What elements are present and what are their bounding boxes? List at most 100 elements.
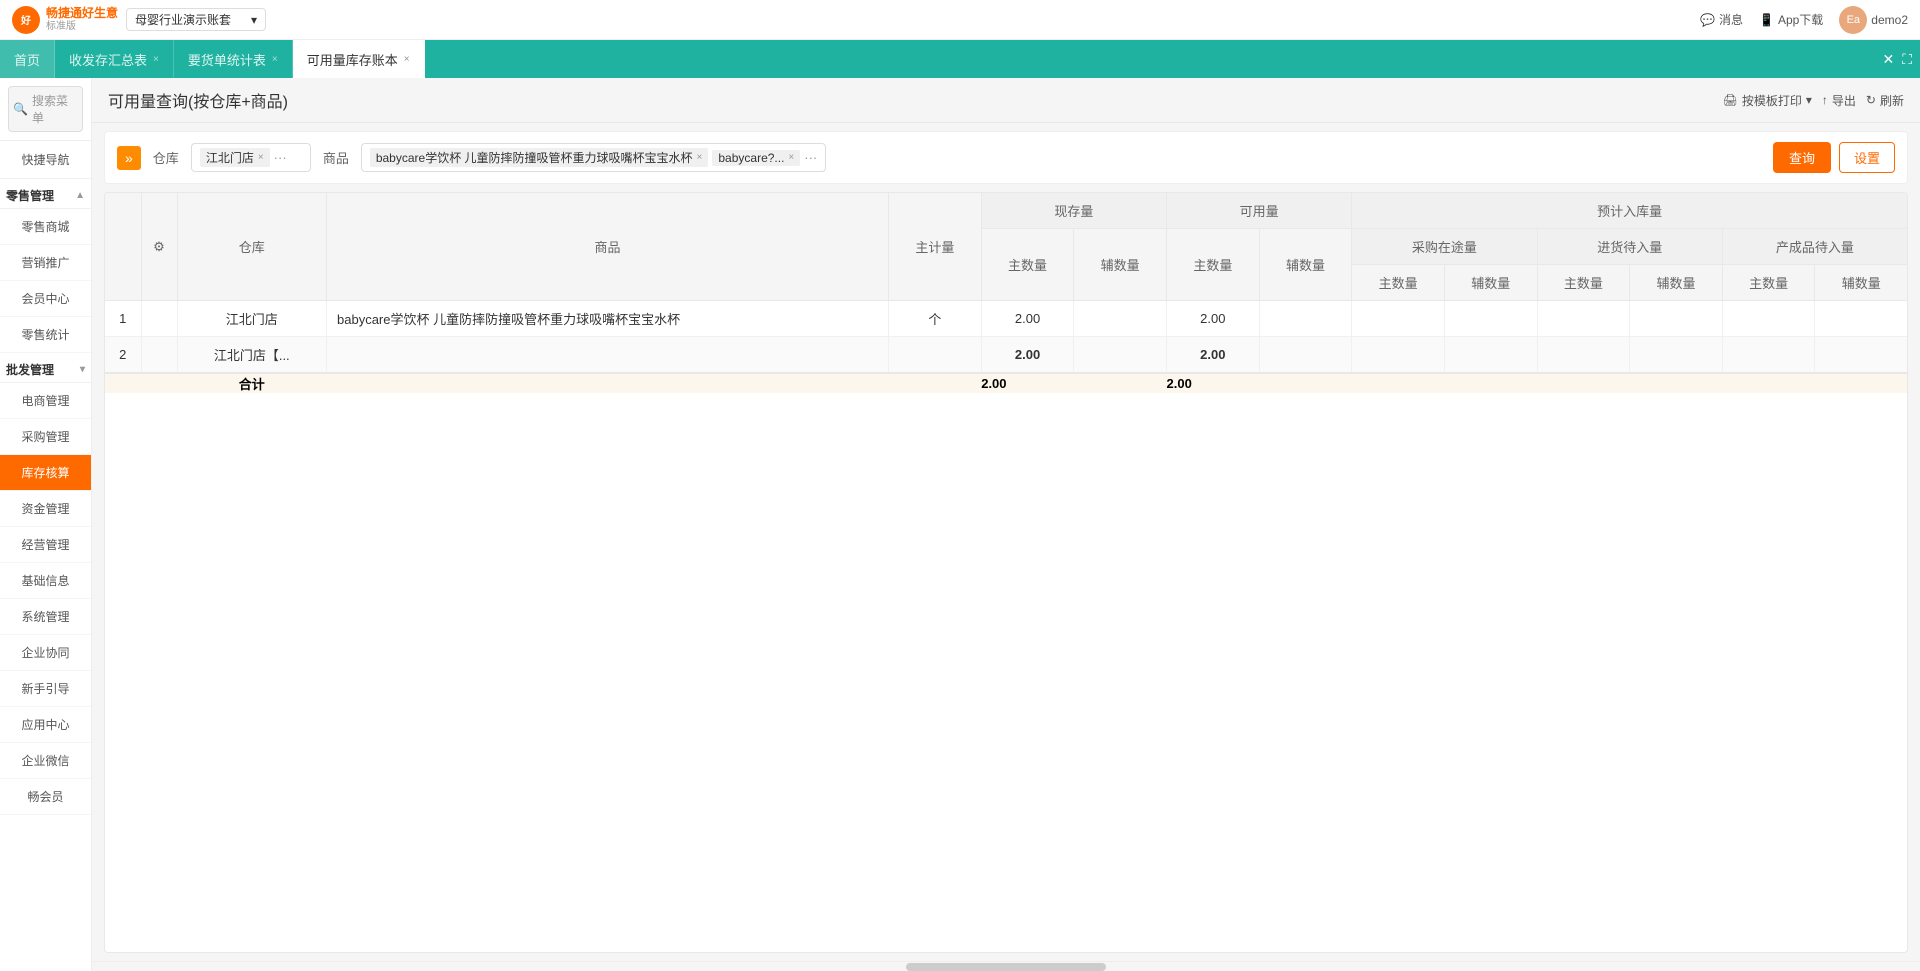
cell-index-1: 1 <box>105 301 141 337</box>
user-area[interactable]: Ea demo2 <box>1839 6 1908 34</box>
cell-settings-1 <box>141 301 177 337</box>
table-container: ⚙ 仓库 商品 主计量 现存量 可用量 预计入库量 主数量 辅数量 主数量 辅数… <box>104 192 1908 953</box>
tab-home-label: 首页 <box>14 50 40 69</box>
sidebar-item-ecommerce[interactable]: 电商管理 <box>0 383 91 419</box>
chevron-down-icon: ▾ <box>251 13 257 27</box>
cell-inc-aux-2 <box>1630 337 1723 374</box>
sidebar-item-marketing[interactable]: 营销推广 <box>0 245 91 281</box>
cell-product-1: babycare学饮杯 儿童防摔防撞吸管杯重力球吸嘴杯宝宝水杯 <box>327 301 889 337</box>
tab-home[interactable]: 首页 <box>0 40 55 78</box>
tab-keyong[interactable]: 可用量库存账本 × <box>293 40 425 78</box>
print-label: 按模板打印 <box>1742 92 1802 109</box>
sidebar-item-quick-nav[interactable]: 快捷导航 <box>0 141 91 179</box>
cell-inc-main-2 <box>1537 337 1630 374</box>
tab-shoufa-label: 收发存汇总表 <box>69 50 147 69</box>
message-label: 消息 <box>1719 11 1743 28</box>
sidebar-item-app-center[interactable]: 应用中心 <box>0 707 91 743</box>
sidebar-item-finance[interactable]: 资金管理 <box>0 491 91 527</box>
sidebar-item-retail-mall-label: 零售商城 <box>21 220 69 234</box>
sidebar-item-operation[interactable]: 经营管理 <box>0 527 91 563</box>
tab-shoufa-close[interactable]: × <box>153 54 159 65</box>
cell-inc-main-1 <box>1537 301 1630 337</box>
top-bar-right: 💬 消息 📱 App下载 Ea demo2 <box>1700 6 1908 34</box>
sidebar-item-inventory[interactable]: 库存核算 <box>0 455 91 491</box>
th-index <box>105 193 141 301</box>
sidebar-item-retail-mall[interactable]: 零售商城 <box>0 209 91 245</box>
cell-prod-main-1 <box>1722 301 1815 337</box>
cell-stock-aux-1 <box>1074 301 1167 337</box>
th-incoming-group: 进货待入量 <box>1537 229 1722 265</box>
settings-icon[interactable]: ⚙ <box>153 239 165 254</box>
refresh-label: 刷新 <box>1880 92 1904 109</box>
tab-yaohuo-label: 要货单统计表 <box>188 50 266 69</box>
sidebar-search-btn[interactable]: 🔍 搜索菜单 <box>8 86 83 132</box>
tab-keyong-close[interactable]: × <box>404 54 410 65</box>
warehouse-tag: 江北门店 × <box>200 148 270 167</box>
tab-actions: ✕ ⛶ <box>1874 51 1920 68</box>
export-btn[interactable]: ↑ 导出 <box>1822 92 1856 109</box>
chevron-down-icon: ▾ <box>1806 93 1812 107</box>
scroll-thumb[interactable] <box>906 963 1106 971</box>
sidebar-item-new-guide[interactable]: 新手引导 <box>0 671 91 707</box>
sidebar-item-vip-member-label: 畅会员 <box>27 790 63 804</box>
warehouse-ellipsis[interactable]: ··· <box>274 150 287 165</box>
top-bar-left: 好 畅捷通好生意 标准版 母婴行业演示账套 ▾ <box>12 6 266 34</box>
tab-shoufa[interactable]: 收发存汇总表 × <box>55 40 174 78</box>
sidebar-item-app-center-label: 应用中心 <box>21 718 69 732</box>
sidebar-item-vip-member[interactable]: 畅会员 <box>0 779 91 815</box>
user-name: demo2 <box>1871 13 1908 27</box>
footer-pur-main <box>1352 373 1445 393</box>
print-icon: 🖨 <box>1723 93 1738 107</box>
th-production-group: 产成品待入量 <box>1722 229 1907 265</box>
cell-unit-2 <box>889 337 982 374</box>
sidebar-item-retail-stats[interactable]: 零售统计 <box>0 317 91 353</box>
product-input[interactable]: babycare学饮杯 儿童防摔防撞吸管杯重力球吸嘴杯宝宝水杯 × babyca… <box>361 143 826 172</box>
sidebar-item-retail-mgmt[interactable]: 零售管理 ▲ <box>0 179 91 209</box>
refresh-btn[interactable]: ↻ 刷新 <box>1866 92 1904 109</box>
sidebar-item-base-info[interactable]: 基础信息 <box>0 563 91 599</box>
warehouse-input[interactable]: 江北门店 × ··· <box>191 143 311 172</box>
sidebar-item-enterprise-wechat[interactable]: 企业微信 <box>0 743 91 779</box>
sidebar-item-finance-label: 资金管理 <box>21 502 69 516</box>
message-btn[interactable]: 💬 消息 <box>1700 11 1743 28</box>
tab-close-all-icon[interactable]: ✕ <box>1882 51 1894 68</box>
product-tag-1-remove[interactable]: × <box>697 152 703 163</box>
export-icon: ↑ <box>1822 93 1828 107</box>
cell-avail-main-2: 2.00 <box>1167 337 1260 374</box>
sidebar-item-wholesale-mgmt[interactable]: 批发管理 ▾ <box>0 353 91 383</box>
app-download-btn[interactable]: 📱 App下载 <box>1759 11 1823 28</box>
footer-cell-product <box>327 373 889 393</box>
footer-stock-aux <box>1074 373 1167 393</box>
th-purchase-aux: 辅数量 <box>1444 265 1537 301</box>
sidebar-item-member-label: 会员中心 <box>21 292 69 306</box>
tab-expand-icon[interactable]: ⛶ <box>1902 51 1912 68</box>
sidebar-item-purchase-mgmt[interactable]: 采购管理 <box>0 419 91 455</box>
sidebar-item-member[interactable]: 会员中心 <box>0 281 91 317</box>
product-ellipsis[interactable]: ··· <box>804 150 817 165</box>
query-btn[interactable]: 查询 <box>1773 142 1831 173</box>
filter-bar: » 仓库 江北门店 × ··· 商品 babycare学饮杯 儿童防摔防撞吸管杯… <box>104 131 1908 184</box>
th-incoming-aux: 辅数量 <box>1630 265 1723 301</box>
product-tag-2-remove[interactable]: × <box>788 152 794 163</box>
sidebar-item-sys-mgmt[interactable]: 系统管理 <box>0 599 91 635</box>
filter-toggle-btn[interactable]: » <box>117 146 141 170</box>
cell-avail-aux-1 <box>1259 301 1352 337</box>
cell-pur-main-1 <box>1352 301 1445 337</box>
logo-sub: 标准版 <box>46 21 118 33</box>
footer-cell-empty-2 <box>141 373 177 393</box>
warehouse-tag-remove[interactable]: × <box>258 152 264 163</box>
print-btn[interactable]: 🖨 按模板打印 ▾ <box>1723 92 1812 109</box>
footer-label: 合计 <box>177 373 327 393</box>
tab-yaohuo[interactable]: 要货单统计表 × <box>174 40 293 78</box>
product-tag-1: babycare学饮杯 儿童防摔防撞吸管杯重力球吸嘴杯宝宝水杯 × <box>370 148 709 167</box>
tab-yaohuo-close[interactable]: × <box>272 54 278 65</box>
cell-inc-aux-1 <box>1630 301 1723 337</box>
chevron-down-icon: ▾ <box>80 364 85 375</box>
th-purchase-main: 主数量 <box>1352 265 1445 301</box>
setting-btn[interactable]: 设置 <box>1839 142 1895 173</box>
product-tag-2: babycare?... × <box>712 150 800 166</box>
product-tag-2-value: babycare?... <box>718 151 784 165</box>
sidebar-item-retail-stats-label: 零售统计 <box>21 328 69 342</box>
sidebar-item-enterprise[interactable]: 企业协同 <box>0 635 91 671</box>
industry-select[interactable]: 母婴行业演示账套 ▾ <box>126 8 266 31</box>
